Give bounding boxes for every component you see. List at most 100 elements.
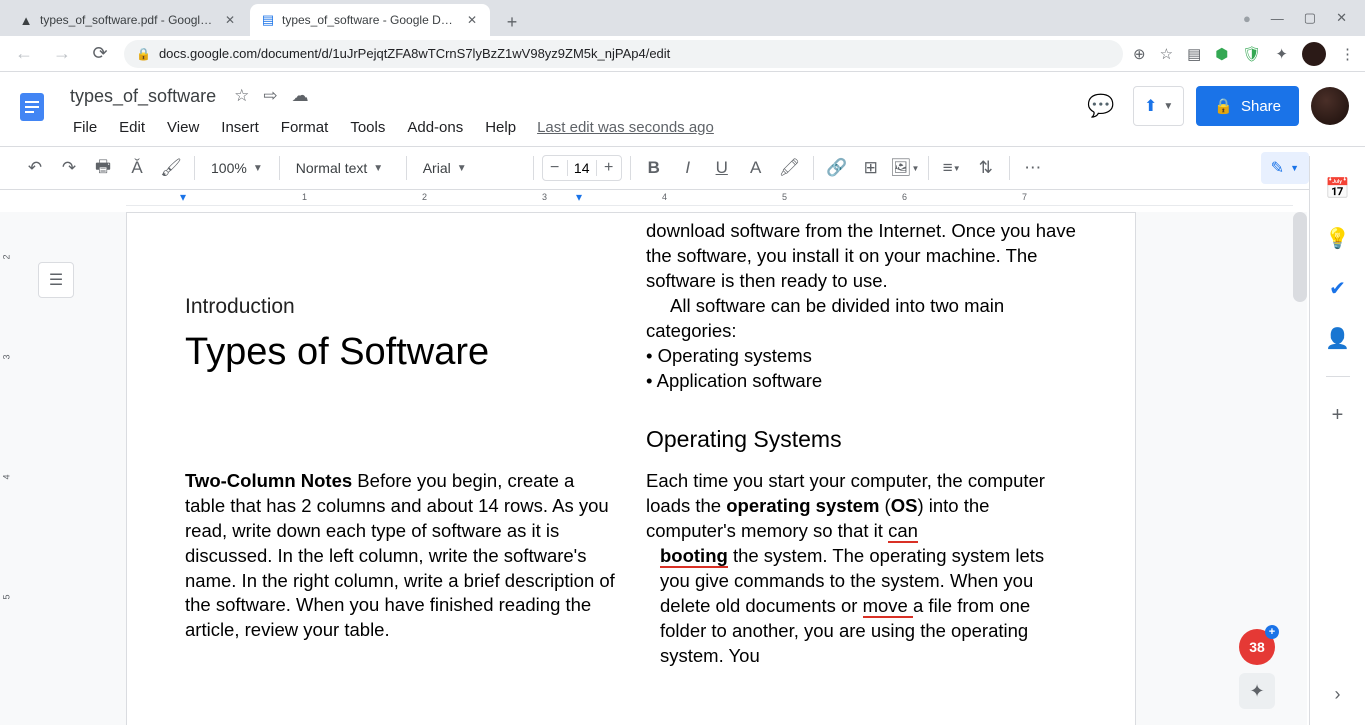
last-edit-link[interactable]: Last edit was seconds ago bbox=[537, 119, 714, 136]
zoom-dropdown[interactable]: 100%▼ bbox=[203, 153, 271, 183]
present-icon: ⬆ bbox=[1144, 96, 1157, 116]
indent-marker[interactable]: ▾ bbox=[576, 190, 582, 204]
calendar-icon[interactable]: 📅 bbox=[1326, 176, 1350, 200]
profile-avatar[interactable] bbox=[1302, 42, 1326, 66]
ext-beta-icon[interactable]: ⬢ bbox=[1215, 45, 1228, 63]
close-icon[interactable]: ✕ bbox=[464, 12, 480, 28]
highlight-button[interactable]: 🖍 bbox=[775, 153, 805, 183]
underline-button[interactable]: U bbox=[707, 153, 737, 183]
forward-button[interactable]: → bbox=[48, 40, 76, 68]
account-avatar[interactable] bbox=[1311, 87, 1349, 125]
url-field[interactable]: 🔒 docs.google.com/document/d/1uJrPejqtZF… bbox=[124, 40, 1123, 68]
browser-tab-strip: ▲ types_of_software.pdf - Google Drive ✕… bbox=[0, 0, 1365, 36]
tab-title: types_of_software.pdf - Google Drive bbox=[40, 13, 216, 27]
menu-edit[interactable]: Edit bbox=[110, 115, 154, 140]
docs-header: types_of_software ☆ ⇨ ☁ File Edit View I… bbox=[0, 72, 1365, 142]
comment-button[interactable]: ⊞ bbox=[856, 153, 886, 183]
share-label: Share bbox=[1241, 98, 1281, 115]
menu-addons[interactable]: Add-ons bbox=[398, 115, 472, 140]
font-size-value[interactable]: 14 bbox=[567, 160, 597, 176]
new-tab-button[interactable]: + bbox=[498, 8, 526, 36]
document-page[interactable]: Introduction Types of Software Two-Colum… bbox=[126, 212, 1136, 725]
two-column-notes-para: Two-Column Notes Before you begin, creat… bbox=[185, 469, 616, 644]
menu-insert[interactable]: Insert bbox=[212, 115, 268, 140]
left-column: Introduction Types of Software Two-Colum… bbox=[185, 213, 616, 669]
vertical-scrollbar[interactable] bbox=[1293, 212, 1307, 302]
redo-button[interactable]: ↷ bbox=[54, 153, 84, 183]
close-icon[interactable]: ✕ bbox=[222, 12, 238, 28]
collapse-side-panel-button[interactable]: › bbox=[1335, 684, 1341, 705]
browser-tab-docs[interactable]: ▤ types_of_software - Google Docs ✕ bbox=[250, 4, 490, 36]
link-button[interactable]: 🔗 bbox=[822, 153, 852, 183]
increase-font-button[interactable]: + bbox=[597, 159, 621, 177]
contacts-icon[interactable]: 👤 bbox=[1326, 326, 1350, 350]
extensions-icon[interactable]: ✦ bbox=[1275, 45, 1288, 63]
window-controls: ● — ▢ ✕ bbox=[1225, 0, 1365, 36]
tasks-icon[interactable]: ✔ bbox=[1326, 276, 1350, 300]
line-spacing-button[interactable]: ⇅ bbox=[971, 153, 1001, 183]
print-button[interactable]: 🖶 bbox=[88, 153, 118, 183]
more-button[interactable]: ⋯ bbox=[1018, 153, 1048, 183]
url-text: docs.google.com/document/d/1uJrPejqtZFA8… bbox=[159, 46, 670, 61]
right-categories-para: All software can be divided into two mai… bbox=[646, 294, 1077, 344]
maximize-button[interactable]: ▢ bbox=[1304, 10, 1316, 26]
document-title[interactable]: types_of_software bbox=[64, 84, 222, 109]
bookmark-icon[interactable]: ☆ bbox=[1160, 45, 1173, 63]
menu-tools[interactable]: Tools bbox=[341, 115, 394, 140]
extension-icons: ⊕ ☆ ▤ ⬢ 🛡 ✦ ⋮ bbox=[1133, 42, 1355, 66]
lock-icon: 🔒 bbox=[1214, 97, 1233, 115]
styles-dropdown[interactable]: Normal text▼ bbox=[288, 153, 398, 183]
close-window-button[interactable]: ✕ bbox=[1336, 10, 1347, 26]
explore-button[interactable]: ✦ bbox=[1239, 673, 1275, 709]
cloud-status-icon[interactable]: ☁ bbox=[292, 86, 309, 106]
shield-icon[interactable]: 🛡 bbox=[1242, 45, 1261, 63]
bullet-os: • Operating systems bbox=[646, 344, 1077, 369]
minimize-button[interactable]: — bbox=[1271, 11, 1284, 26]
pencil-icon: ✎ bbox=[1271, 158, 1284, 178]
outline-toggle-button[interactable]: ☰ bbox=[38, 262, 74, 298]
zoom-icon[interactable]: ⊕ bbox=[1133, 45, 1146, 63]
menu-view[interactable]: View bbox=[158, 115, 208, 140]
share-button[interactable]: 🔒 Share bbox=[1196, 86, 1299, 126]
document-canvas: 2345 ☰ Introduction Types of Software Tw… bbox=[0, 212, 1307, 725]
docs-logo[interactable] bbox=[12, 80, 52, 134]
reload-button[interactable]: ⟳ bbox=[86, 40, 114, 68]
image-button[interactable]: 🖼▼ bbox=[890, 153, 920, 183]
bold-button[interactable]: B bbox=[639, 153, 669, 183]
docs-icon: ▤ bbox=[260, 12, 276, 28]
os-para-2: booting the system. The operating system… bbox=[646, 544, 1077, 669]
horizontal-ruler[interactable]: ▾ 1 2 3 ▾ 4 5 6 7 bbox=[126, 190, 1293, 206]
editing-mode-button[interactable]: ✎ ▼ bbox=[1261, 152, 1309, 184]
indent-marker[interactable]: ▾ bbox=[180, 190, 186, 204]
align-button[interactable]: ≡▼ bbox=[937, 153, 967, 183]
menu-format[interactable]: Format bbox=[272, 115, 338, 140]
vertical-ruler[interactable]: 2345 bbox=[0, 212, 20, 725]
paint-format-button[interactable]: 🖌 bbox=[156, 153, 186, 183]
page-title: Types of Software bbox=[185, 327, 616, 378]
italic-button[interactable]: I bbox=[673, 153, 703, 183]
back-button[interactable]: ← bbox=[10, 40, 38, 68]
chevron-down-icon: ▼ bbox=[1290, 163, 1299, 173]
present-button[interactable]: ⬆ ▼ bbox=[1133, 86, 1184, 126]
spellcheck-button[interactable]: Ǎ bbox=[122, 153, 152, 183]
undo-button[interactable]: ↶ bbox=[20, 153, 50, 183]
reader-icon[interactable]: ▤ bbox=[1187, 45, 1201, 63]
keep-icon[interactable]: 💡 bbox=[1326, 226, 1350, 250]
text-color-button[interactable]: A bbox=[741, 153, 771, 183]
font-dropdown[interactable]: Arial▼ bbox=[415, 153, 525, 183]
add-addon-button[interactable]: + bbox=[1326, 403, 1350, 427]
menu-file[interactable]: File bbox=[64, 115, 106, 140]
chrome-menu-button[interactable]: ⋮ bbox=[1340, 45, 1355, 63]
browser-tab-drive[interactable]: ▲ types_of_software.pdf - Google Drive ✕ bbox=[8, 4, 248, 36]
tab-title: types_of_software - Google Docs bbox=[282, 13, 458, 27]
notification-badge[interactable]: 38 bbox=[1239, 629, 1275, 665]
move-icon[interactable]: ⇨ bbox=[263, 86, 277, 106]
comments-button[interactable]: 💬 bbox=[1081, 86, 1121, 126]
font-size-control: − 14 + bbox=[542, 155, 622, 181]
menu-help[interactable]: Help bbox=[476, 115, 525, 140]
menu-bar: File Edit View Insert Format Tools Add-o… bbox=[64, 112, 1069, 142]
decrease-font-button[interactable]: − bbox=[543, 159, 567, 177]
star-icon[interactable]: ☆ bbox=[234, 86, 249, 106]
right-intro-para: download software from the Internet. Onc… bbox=[646, 219, 1077, 294]
bullet-app: • Application software bbox=[646, 369, 1077, 394]
